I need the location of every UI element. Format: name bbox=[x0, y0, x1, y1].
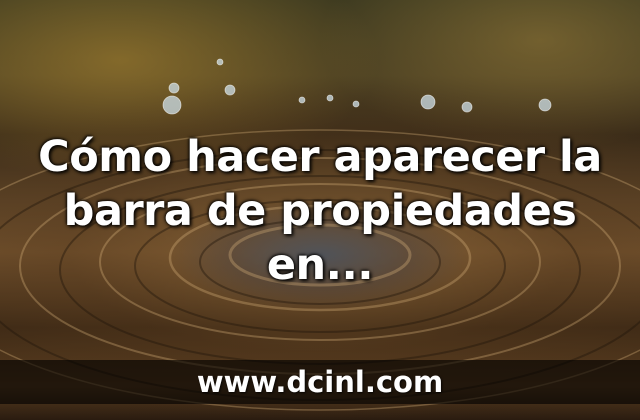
article-thumbnail: Cómo hacer aparecer la barra de propieda… bbox=[0, 0, 640, 420]
watermark-bar: www.dcinl.com bbox=[0, 360, 640, 404]
article-headline: Cómo hacer aparecer la barra de propieda… bbox=[38, 132, 602, 290]
site-watermark: www.dcinl.com bbox=[196, 365, 444, 399]
